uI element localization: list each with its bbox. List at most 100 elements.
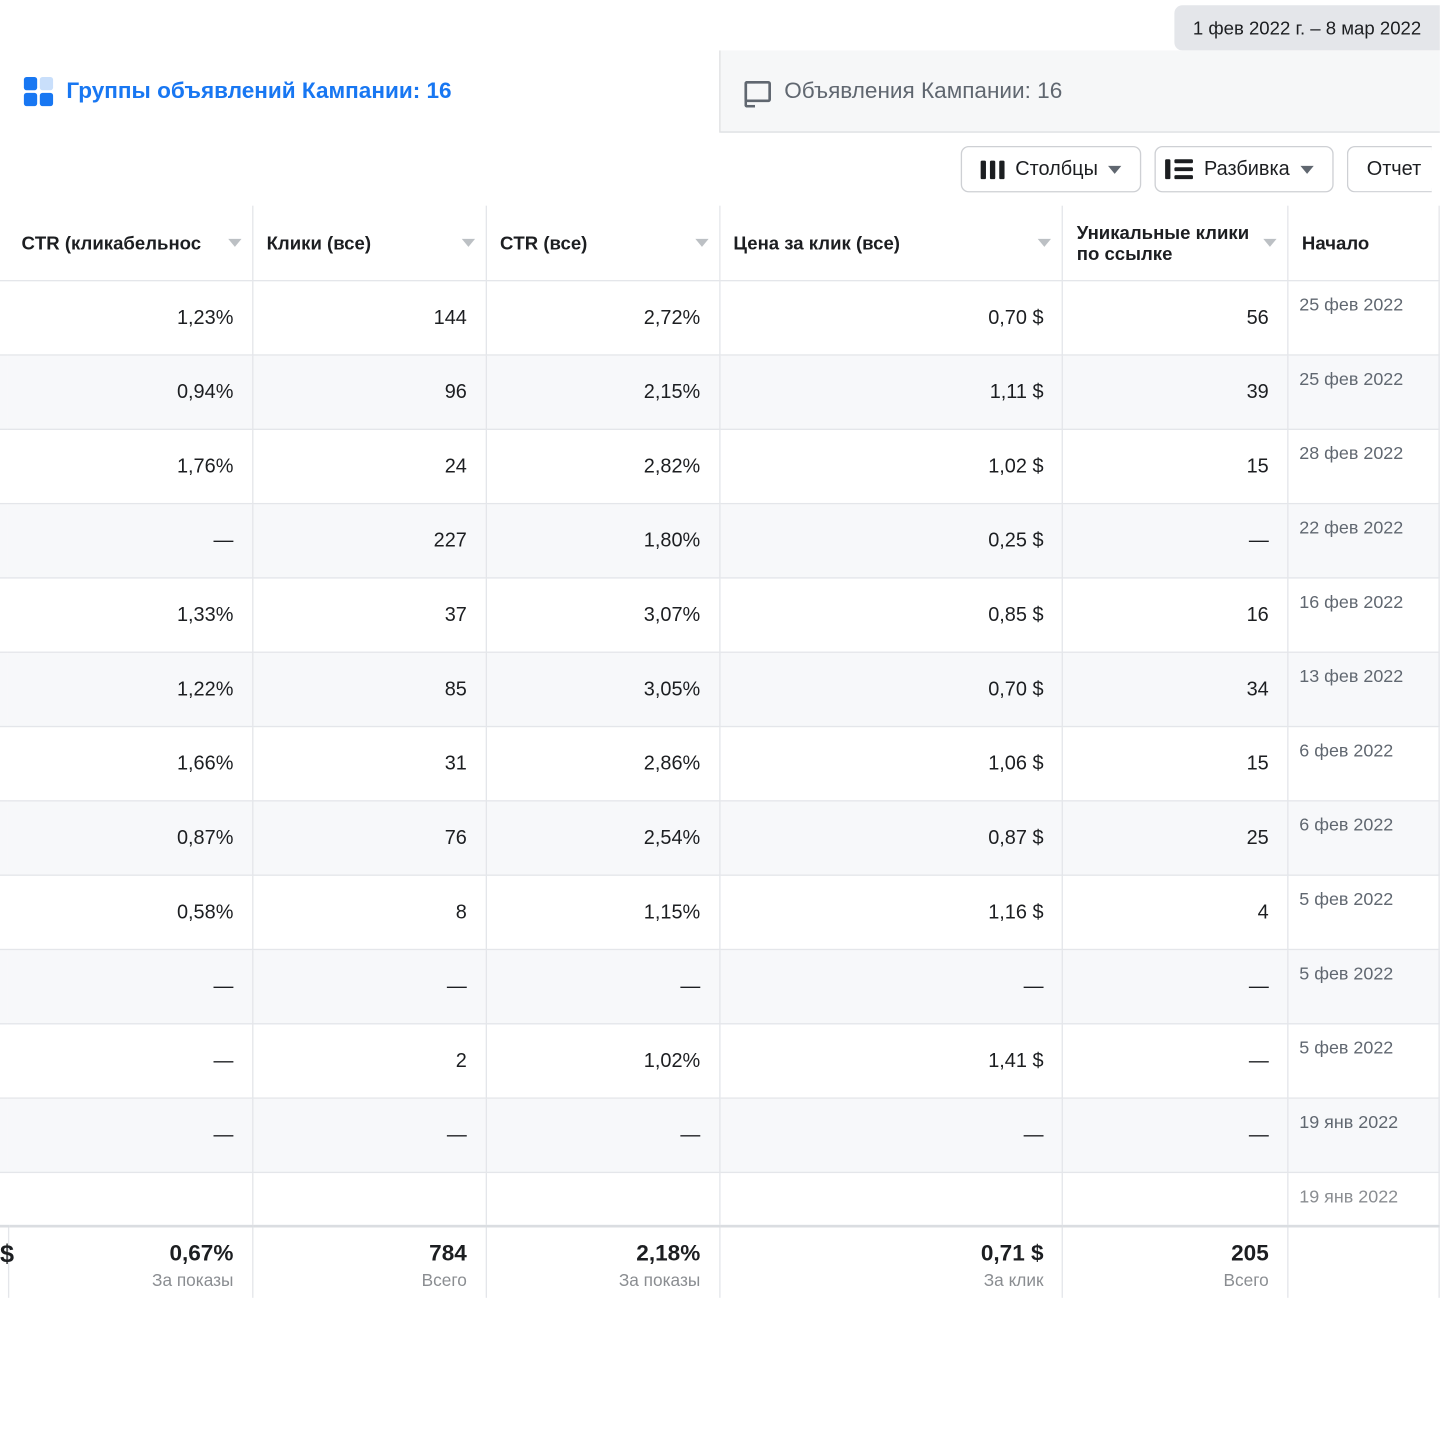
gutter-cell <box>0 429 8 503</box>
cell-date: 19 янв 2022 <box>1288 1098 1439 1172</box>
cell-date: 5 фев 2022 <box>1288 949 1439 1023</box>
tab-label: Группы объявлений Кампании: 16 <box>66 78 451 105</box>
cell-date: 28 фев 2022 <box>1288 429 1439 503</box>
button-label: Отчет <box>1367 158 1422 181</box>
cell-clicks: 76 <box>253 801 486 875</box>
cell-clicks: 8 <box>253 875 486 949</box>
ad-icon <box>744 80 771 101</box>
cell-clicks: 85 <box>253 652 486 726</box>
sort-icon <box>1038 239 1051 247</box>
cell-clicks: 2 <box>253 1024 486 1098</box>
gutter-header <box>0 206 8 281</box>
table-row[interactable]: —————5 фев 2022 <box>0 949 1439 1023</box>
cell-ctr-all: 2,82% <box>486 429 719 503</box>
table-row[interactable]: 1,22%853,05%0,70 $3413 фев 2022 <box>0 652 1439 726</box>
table-row[interactable]: —————19 янв 2022 <box>0 1098 1439 1172</box>
total-empty <box>1288 1226 1439 1298</box>
tabs-row: Группы объявлений Кампании: 16 Объявлени… <box>0 50 1440 132</box>
cell-date: 5 фев 2022 <box>1288 875 1439 949</box>
total-cpc: 0,71 $За клик <box>720 1226 1063 1298</box>
table-row[interactable]: —2271,80%0,25 $—22 фев 2022 <box>0 504 1439 578</box>
columns-button[interactable]: Столбцы <box>961 146 1142 192</box>
gutter-cell <box>0 949 8 1023</box>
cell-ctr-all: 2,54% <box>486 801 719 875</box>
cell-cpc: 0,87 $ <box>720 801 1063 875</box>
cell-unique: — <box>1063 1098 1288 1172</box>
cell-unique: 15 <box>1063 429 1288 503</box>
table-row[interactable]: 1,76%242,82%1,02 $1528 фев 2022 <box>0 429 1439 503</box>
cell-cpc: 1,16 $ <box>720 875 1063 949</box>
table-row[interactable]: 0,94%962,15%1,11 $3925 фев 2022 <box>0 355 1439 429</box>
gutter-cell <box>0 875 8 949</box>
table-toolbar: Столбцы Разбивка Отчет <box>0 133 1440 206</box>
gutter-cell <box>0 652 8 726</box>
table-row[interactable]: 0,87%762,54%0,87 $256 фев 2022 <box>0 801 1439 875</box>
total-ctr-link: 0,67%За показы <box>8 1226 252 1298</box>
cell-cpc: 0,70 $ <box>720 652 1063 726</box>
cell-ctr-link: 0,87% <box>8 801 252 875</box>
cell-clicks: — <box>253 949 486 1023</box>
columns-icon <box>981 160 1005 179</box>
sort-icon <box>695 239 708 247</box>
cell-cpc: 0,70 $ <box>720 281 1063 355</box>
tab-label: Объявления Кампании: 16 <box>784 78 1062 105</box>
chevron-down-icon <box>1300 165 1313 173</box>
col-cpc-all[interactable]: Цена за клик (все) <box>720 206 1063 281</box>
cell-ctr-link: 1,76% <box>8 429 252 503</box>
top-bar: 1 фев 2022 г. – 8 мар 2022 <box>0 0 1440 50</box>
table-header-row: CTR (кликабельнос Клики (все) CTR (все) … <box>0 206 1439 281</box>
table-row-partial: 19 янв 2022 <box>0 1172 1439 1226</box>
table-row[interactable]: 1,23%1442,72%0,70 $5625 фев 2022 <box>0 281 1439 355</box>
cell-unique: — <box>1063 949 1288 1023</box>
date-range-selector[interactable]: 1 фев 2022 г. – 8 мар 2022 <box>1174 5 1440 50</box>
cell-ctr-all: 1,15% <box>486 875 719 949</box>
cell-cpc: 1,06 $ <box>720 727 1063 801</box>
totals-row: $ 0,67%За показы 784Всего 2,18%За показы… <box>0 1226 1439 1298</box>
cell-unique: 25 <box>1063 801 1288 875</box>
gutter-cell <box>0 578 8 652</box>
gutter-cell <box>0 504 8 578</box>
cell-unique: 4 <box>1063 875 1288 949</box>
cell-ctr-all: 3,05% <box>486 652 719 726</box>
table-row[interactable]: —21,02%1,41 $—5 фев 2022 <box>0 1024 1439 1098</box>
cell-date: 25 фев 2022 <box>1288 355 1439 429</box>
col-unique-clicks[interactable]: Уникальные клики по ссылке <box>1063 206 1288 281</box>
tab-adsets[interactable]: Группы объявлений Кампании: 16 <box>0 50 721 132</box>
cell-date: 22 фев 2022 <box>1288 504 1439 578</box>
cell-ctr-link: 1,66% <box>8 727 252 801</box>
cell-cpc: — <box>720 1098 1063 1172</box>
cell-ctr-all: 3,07% <box>486 578 719 652</box>
cell-clicks: 24 <box>253 429 486 503</box>
button-label: Разбивка <box>1204 158 1290 181</box>
table-row[interactable]: 0,58%81,15%1,16 $45 фев 2022 <box>0 875 1439 949</box>
reports-button[interactable]: Отчет <box>1347 146 1432 192</box>
col-ctr-all[interactable]: CTR (все) <box>486 206 719 281</box>
cell-ctr-all: 1,80% <box>486 504 719 578</box>
col-start-date[interactable]: Начало <box>1288 206 1439 281</box>
cell-date: 16 фев 2022 <box>1288 578 1439 652</box>
cell-unique: 34 <box>1063 652 1288 726</box>
cell-clicks: 144 <box>253 281 486 355</box>
col-ctr-link[interactable]: CTR (кликабельнос <box>8 206 252 281</box>
gutter-cell <box>0 355 8 429</box>
table-row[interactable]: 1,33%373,07%0,85 $1616 фев 2022 <box>0 578 1439 652</box>
grid-icon <box>24 77 53 106</box>
gutter-cell <box>0 281 8 355</box>
cell-unique: 15 <box>1063 727 1288 801</box>
total-ctr-all: 2,18%За показы <box>486 1226 719 1298</box>
tab-ads[interactable]: Объявления Кампании: 16 <box>721 50 1440 132</box>
cell-ctr-link: — <box>8 504 252 578</box>
cell-ctr-all: 2,86% <box>486 727 719 801</box>
col-clicks-all[interactable]: Клики (все) <box>253 206 486 281</box>
cell-cpc: 1,41 $ <box>720 1024 1063 1098</box>
breakdown-icon <box>1175 159 1194 179</box>
breakdown-button[interactable]: Разбивка <box>1155 146 1334 192</box>
cell-unique: 39 <box>1063 355 1288 429</box>
cell-ctr-link: — <box>8 949 252 1023</box>
cell-ctr-link: 1,22% <box>8 652 252 726</box>
cell-date: 13 фев 2022 <box>1288 652 1439 726</box>
totals-gutter: $ <box>0 1226 8 1298</box>
table-row[interactable]: 1,66%312,86%1,06 $156 фев 2022 <box>0 727 1439 801</box>
cell-ctr-link: 1,23% <box>8 281 252 355</box>
cell-cpc: — <box>720 949 1063 1023</box>
